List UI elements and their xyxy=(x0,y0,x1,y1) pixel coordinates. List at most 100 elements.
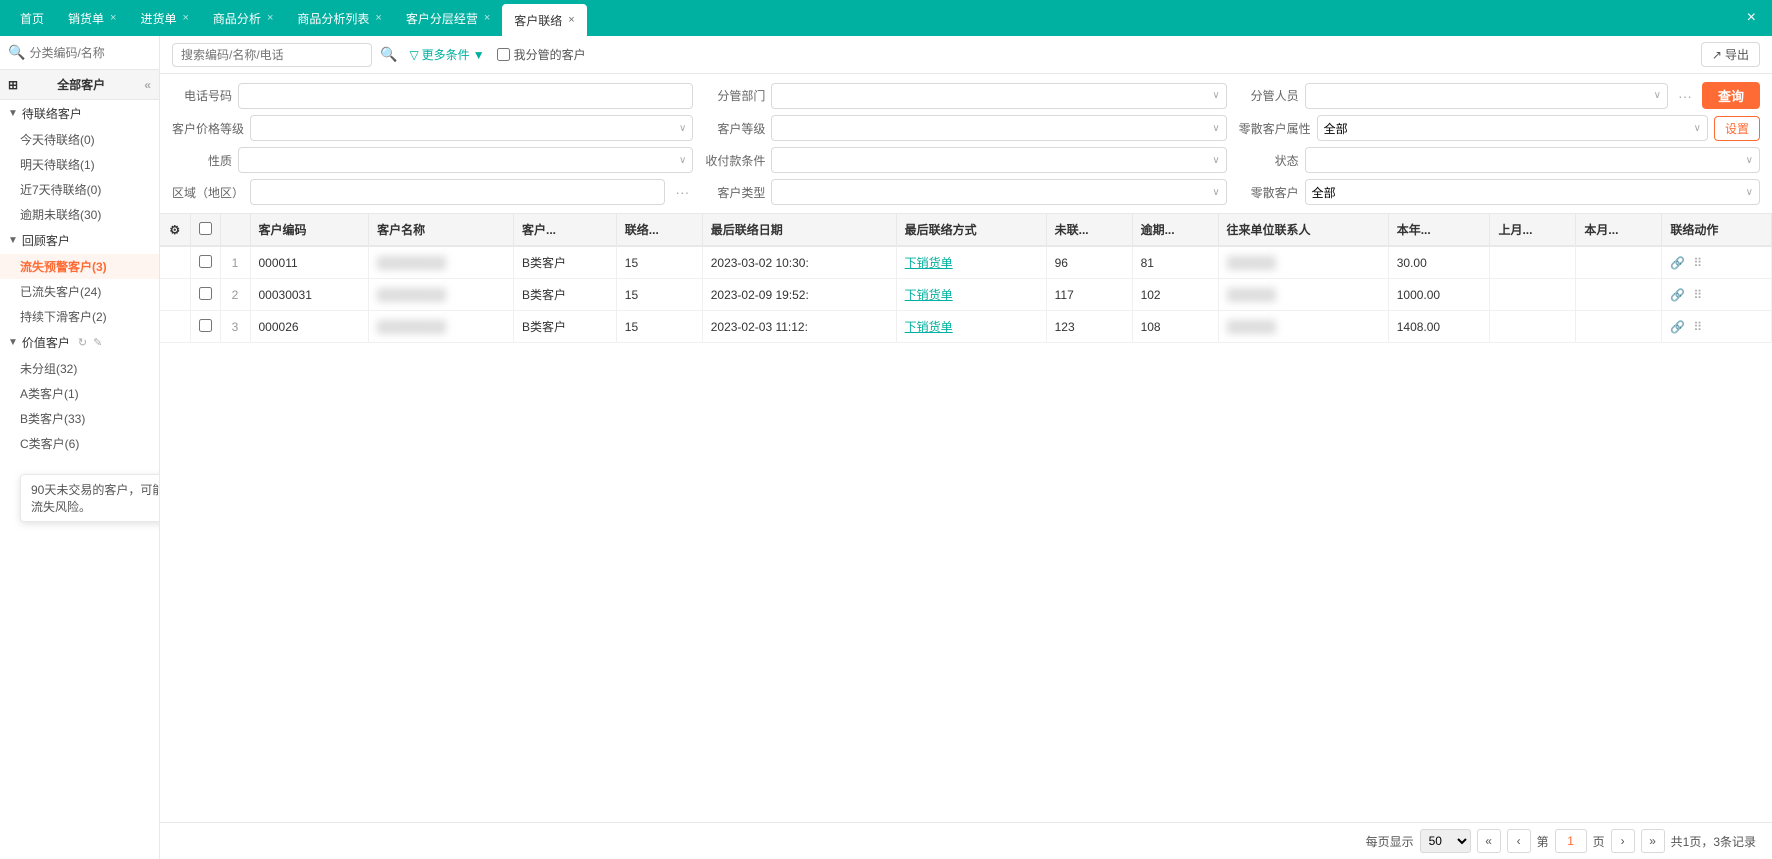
row-checkbox[interactable] xyxy=(199,319,212,332)
manager-more-icon[interactable]: ··· xyxy=(1674,88,1696,104)
tab-customer-contact-close[interactable]: × xyxy=(568,14,574,26)
my-customers-checkbox-label[interactable]: 我分管的客户 xyxy=(497,46,586,63)
sidebar-item-unsegmented[interactable]: 未分组(32) xyxy=(0,356,159,381)
tab-analysis-close[interactable]: × xyxy=(267,12,273,24)
first-page-button[interactable]: « xyxy=(1477,829,1501,853)
tab-home[interactable]: 首页 xyxy=(8,0,56,36)
dept-select[interactable]: ∨ xyxy=(771,83,1226,109)
more-actions-icon[interactable]: ⠿ xyxy=(1693,256,1702,270)
main-container: 🔍 ⊞ 全部客户 « ▼ 待联络客户 今天待联络(0) 明天待联络(1) 近7天… xyxy=(0,36,1772,859)
contact-icon[interactable]: 🔗 xyxy=(1670,320,1685,334)
prev-page-button[interactable]: ‹ xyxy=(1507,829,1531,853)
more-actions-icon[interactable]: ⠿ xyxy=(1693,288,1702,302)
tab-analysis-list[interactable]: 商品分析列表 × xyxy=(285,0,393,36)
col-last-date[interactable]: 最后联络日期 xyxy=(702,214,896,246)
manager-select[interactable]: ∨ xyxy=(1305,83,1668,109)
row-type: B类客户 xyxy=(513,246,616,279)
row-checkbox-cell[interactable] xyxy=(190,279,220,311)
col-name[interactable]: 客户名称 xyxy=(369,214,514,246)
col-contact[interactable]: 联络... xyxy=(616,214,702,246)
sidebar-item-already-lost[interactable]: 已流失客户(24) xyxy=(0,279,159,304)
col-settings[interactable]: ⚙ xyxy=(160,214,190,246)
tab-analysis-list-close[interactable]: × xyxy=(375,12,381,24)
last-method-link[interactable]: 下销货单 xyxy=(905,320,953,334)
sidebar-group-value[interactable]: ▼ 价值客户 ↻ ✎ xyxy=(0,329,159,356)
contact-icon[interactable]: 🔗 xyxy=(1670,256,1685,270)
zero-retail-select[interactable]: 全部 ∨ xyxy=(1305,179,1760,205)
sidebar-item-7days[interactable]: 近7天待联络(0) xyxy=(0,177,159,202)
row-checkbox-cell[interactable] xyxy=(190,246,220,279)
sidebar-item-keep-down[interactable]: 持续下滑客户(2) xyxy=(0,304,159,329)
customer-type-select[interactable]: ∨ xyxy=(771,179,1226,205)
tab-customer-tier[interactable]: 客户分层经营 × xyxy=(394,0,502,36)
sidebar-item-tomorrow[interactable]: 明天待联络(1) xyxy=(0,152,159,177)
status-select[interactable]: ∨ xyxy=(1305,147,1760,173)
row-last-contact-method[interactable]: 下销货单 xyxy=(896,311,1046,343)
col-overdue[interactable]: 逾期... xyxy=(1132,214,1218,246)
region-select[interactable] xyxy=(250,179,665,205)
sidebar-item-lost-warning[interactable]: 流失预警客户(3) xyxy=(0,254,159,279)
next-page-button[interactable]: › xyxy=(1611,829,1635,853)
sidebar-search-input[interactable] xyxy=(29,46,160,60)
sidebar-item-overdue[interactable]: 逾期未联络(30) xyxy=(0,202,159,227)
manager-label: 分管人员 xyxy=(1239,87,1299,104)
sidebar-item-class-a[interactable]: A类客户(1) xyxy=(0,381,159,406)
customer-tier-select[interactable]: ∨ xyxy=(771,115,1226,141)
sidebar-group-lost[interactable]: ▼ 回顾客户 xyxy=(0,227,159,254)
phone-input[interactable] xyxy=(238,83,693,109)
payment-select[interactable]: ∨ xyxy=(771,147,1226,173)
row-last-contact-method[interactable]: 下销货单 xyxy=(896,279,1046,311)
contact-icon[interactable]: 🔗 xyxy=(1670,288,1685,302)
sidebar-group-pending[interactable]: ▼ 待联络客户 xyxy=(0,100,159,127)
tab-customer-contact[interactable]: 客户联络 × xyxy=(502,4,586,36)
my-customers-checkbox[interactable] xyxy=(497,48,510,61)
sidebar-collapse-icon[interactable]: « xyxy=(144,78,151,92)
col-this-year[interactable]: 本年... xyxy=(1388,214,1490,246)
gender-select[interactable]: ∨ xyxy=(238,147,693,173)
last-method-link[interactable]: 下销货单 xyxy=(905,256,953,270)
col-last-month[interactable]: 上月... xyxy=(1490,214,1576,246)
row-last-contact-method[interactable]: 下销货单 xyxy=(896,246,1046,279)
last-method-link[interactable]: 下销货单 xyxy=(905,288,953,302)
pagination-bar: 每页显示 50 100 « ‹ 第 页 › » 共1页，3条记录 xyxy=(160,822,1772,859)
zero-retail-label: 零散客户 xyxy=(1239,184,1299,201)
sidebar-item-class-c[interactable]: C类客户(6) xyxy=(0,431,159,456)
zero-retail-attr-select[interactable]: 全部 ∨ xyxy=(1317,115,1708,141)
more-conditions-button[interactable]: ▽ 更多条件 ▼ xyxy=(405,44,488,65)
query-button[interactable]: 查询 xyxy=(1702,82,1760,109)
filter-search-input[interactable] xyxy=(172,43,372,67)
select-all-checkbox[interactable] xyxy=(199,222,212,235)
tab-sales-close[interactable]: × xyxy=(110,12,116,24)
region-more-icon[interactable]: ··· xyxy=(671,184,693,200)
tab-purchase-close[interactable]: × xyxy=(182,12,188,24)
col-last-method[interactable]: 最后联络方式 xyxy=(896,214,1046,246)
tab-purchase[interactable]: 进货单 × xyxy=(128,0,200,36)
per-page-select[interactable]: 50 100 xyxy=(1420,829,1471,853)
advanced-filter-panel: 电话号码 分管部门 ∨ 分管人员 ∨ ··· 查询 xyxy=(160,74,1772,214)
settings-button[interactable]: 设置 xyxy=(1714,116,1760,141)
export-icon: ↗ xyxy=(1712,48,1722,62)
more-actions-icon[interactable]: ⠿ xyxy=(1693,320,1702,334)
row-checkbox-cell[interactable] xyxy=(190,311,220,343)
price-tier-select[interactable]: ∨ xyxy=(250,115,693,141)
total-label: 共1页，3条记录 xyxy=(1671,833,1756,850)
col-checkbox[interactable] xyxy=(190,214,220,246)
col-unit-contact[interactable]: 往来单位联系人 xyxy=(1218,214,1388,246)
sidebar-item-today[interactable]: 今天待联络(0) xyxy=(0,127,159,152)
col-code[interactable]: 客户编码 xyxy=(250,214,369,246)
filter-search-icon[interactable]: 🔍 xyxy=(380,46,397,63)
row-checkbox[interactable] xyxy=(199,287,212,300)
sidebar-item-class-b[interactable]: B类客户(33) xyxy=(0,406,159,431)
export-button[interactable]: ↗ 导出 xyxy=(1701,42,1760,67)
tab-sales[interactable]: 销货单 × xyxy=(56,0,128,36)
page-number-input[interactable] xyxy=(1555,829,1587,853)
last-page-button[interactable]: » xyxy=(1641,829,1665,853)
col-type[interactable]: 客户... xyxy=(513,214,616,246)
sidebar-all-customers[interactable]: ⊞ 全部客户 « xyxy=(0,70,159,100)
row-checkbox[interactable] xyxy=(199,255,212,268)
tab-customer-tier-close[interactable]: × xyxy=(484,12,490,24)
col-this-month[interactable]: 本月... xyxy=(1576,214,1662,246)
window-close-button[interactable]: × xyxy=(1739,9,1764,27)
tab-analysis[interactable]: 商品分析 × xyxy=(201,0,285,36)
col-uncontacted[interactable]: 未联... xyxy=(1046,214,1132,246)
